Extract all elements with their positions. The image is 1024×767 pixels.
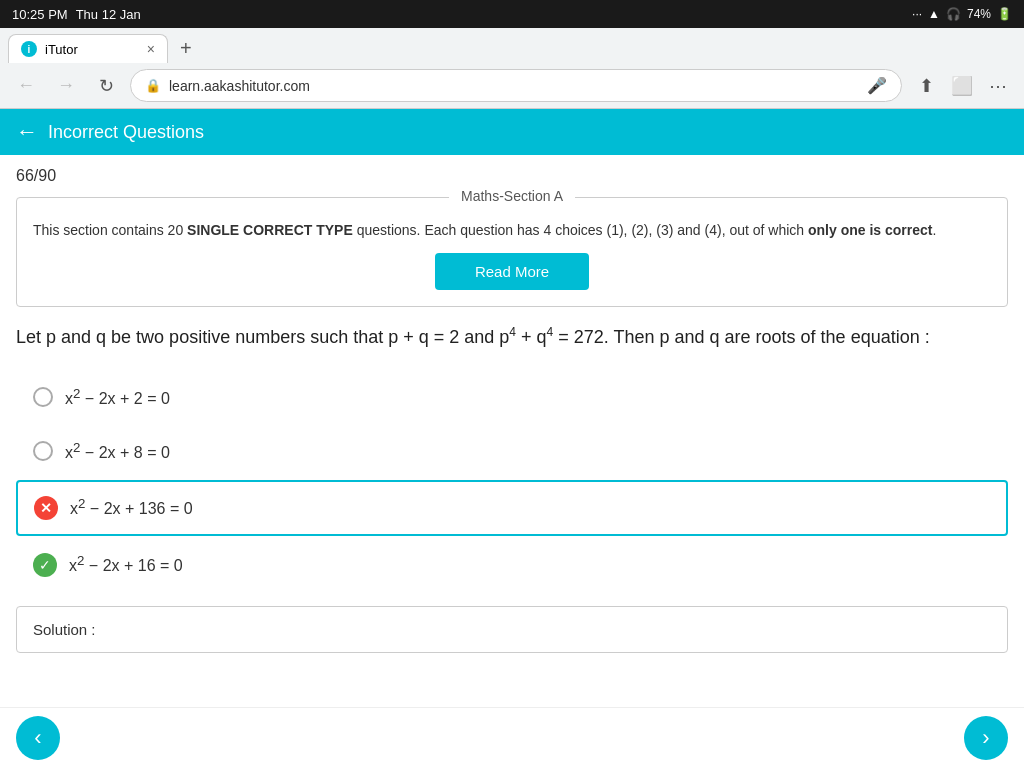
section-box: Maths-Section A This section contains 20… — [16, 197, 1008, 307]
question-part2: + q — [516, 327, 547, 347]
solution-label: Solution : — [33, 621, 96, 638]
option-b-text: x2 − 2x + 8 = 0 — [65, 440, 170, 462]
tab-close-button[interactable]: × — [147, 41, 155, 57]
section-title: Maths-Section A — [449, 188, 575, 204]
status-bar: 10:25 PM Thu 12 Jan ··· ▲ 🎧 74% 🔋 — [0, 0, 1024, 28]
section-desc-p1: This section contains 20 — [33, 222, 187, 238]
app-header: ← Incorrect Questions — [0, 109, 1024, 155]
question-part1: Let p and q be two positive numbers such… — [16, 327, 509, 347]
option-a[interactable]: x2 − 2x + 2 = 0 — [16, 371, 1008, 423]
read-more-button[interactable]: Read More — [435, 253, 589, 290]
url-text: learn.aakashitutor.com — [169, 78, 859, 94]
tab-bar: i iTutor × + — [0, 28, 1024, 63]
section-desc-bold1: SINGLE CORRECT TYPE — [187, 222, 353, 238]
section-desc-p2: questions. Each question has 4 choices (… — [353, 222, 808, 238]
option-b-radio — [33, 441, 53, 461]
browser-chrome: i iTutor × + ← → ↻ 🔒 learn.aakashitutor.… — [0, 28, 1024, 109]
battery-icon: 🔋 — [997, 7, 1012, 21]
option-c-wrong-icon: ✕ — [34, 496, 58, 520]
bottom-nav: ‹ › — [0, 707, 1024, 767]
options-list: x2 − 2x + 2 = 0 x2 − 2x + 8 = 0 ✕ x2 − 2… — [16, 371, 1008, 594]
main-content: 66/90 Maths-Section A This section conta… — [0, 155, 1024, 665]
app-back-button[interactable]: ← — [16, 119, 38, 145]
solution-box: Solution : — [16, 606, 1008, 653]
option-d[interactable]: ✓ x2 − 2x + 16 = 0 — [16, 538, 1008, 592]
option-d-text: x2 − 2x + 16 = 0 — [69, 553, 183, 575]
tab-favicon: i — [21, 41, 37, 57]
option-c-text: x2 − 2x + 136 = 0 — [70, 496, 193, 518]
new-tab-button[interactable]: + — [172, 37, 200, 60]
battery-text: 74% — [967, 7, 991, 21]
share-button[interactable]: ⬆ — [910, 70, 942, 102]
day: Thu 12 Jan — [76, 7, 141, 22]
section-description: This section contains 20 SINGLE CORRECT … — [33, 220, 991, 241]
next-button[interactable]: › — [964, 716, 1008, 760]
wifi-icon: ▲ — [928, 7, 940, 21]
prev-button[interactable]: ‹ — [16, 716, 60, 760]
question-text: Let p and q be two positive numbers such… — [16, 323, 1008, 351]
header-title: Incorrect Questions — [48, 122, 204, 143]
question-part3: = 272. Then p and q are roots of the equ… — [553, 327, 929, 347]
browser-actions: ⬆ ⬜ ⋯ — [910, 70, 1014, 102]
headphone-icon: 🎧 — [946, 7, 961, 21]
status-left: 10:25 PM Thu 12 Jan — [12, 7, 141, 22]
reload-button[interactable]: ↻ — [90, 70, 122, 102]
browser-tab[interactable]: i iTutor × — [8, 34, 168, 63]
section-desc-end: . — [933, 222, 937, 238]
nav-bar: ← → ↻ 🔒 learn.aakashitutor.com 🎤 ⬆ ⬜ ⋯ — [0, 63, 1024, 108]
menu-button[interactable]: ⋯ — [982, 70, 1014, 102]
section-desc-bold2: only one is correct — [808, 222, 932, 238]
dots-icon: ··· — [912, 7, 922, 21]
address-bar[interactable]: 🔒 learn.aakashitutor.com 🎤 — [130, 69, 902, 102]
option-b[interactable]: x2 − 2x + 8 = 0 — [16, 425, 1008, 477]
option-c[interactable]: ✕ x2 − 2x + 136 = 0 — [16, 480, 1008, 536]
forward-button[interactable]: → — [50, 70, 82, 102]
option-d-correct-icon: ✓ — [33, 553, 57, 577]
tabs-button[interactable]: ⬜ — [946, 70, 978, 102]
status-right: ··· ▲ 🎧 74% 🔋 — [912, 7, 1012, 21]
mic-icon[interactable]: 🎤 — [867, 76, 887, 95]
tab-title: iTutor — [45, 42, 78, 57]
question-counter: 66/90 — [16, 167, 1008, 185]
back-button[interactable]: ← — [10, 70, 42, 102]
time: 10:25 PM — [12, 7, 68, 22]
option-a-radio — [33, 387, 53, 407]
option-a-text: x2 − 2x + 2 = 0 — [65, 386, 170, 408]
lock-icon: 🔒 — [145, 78, 161, 93]
